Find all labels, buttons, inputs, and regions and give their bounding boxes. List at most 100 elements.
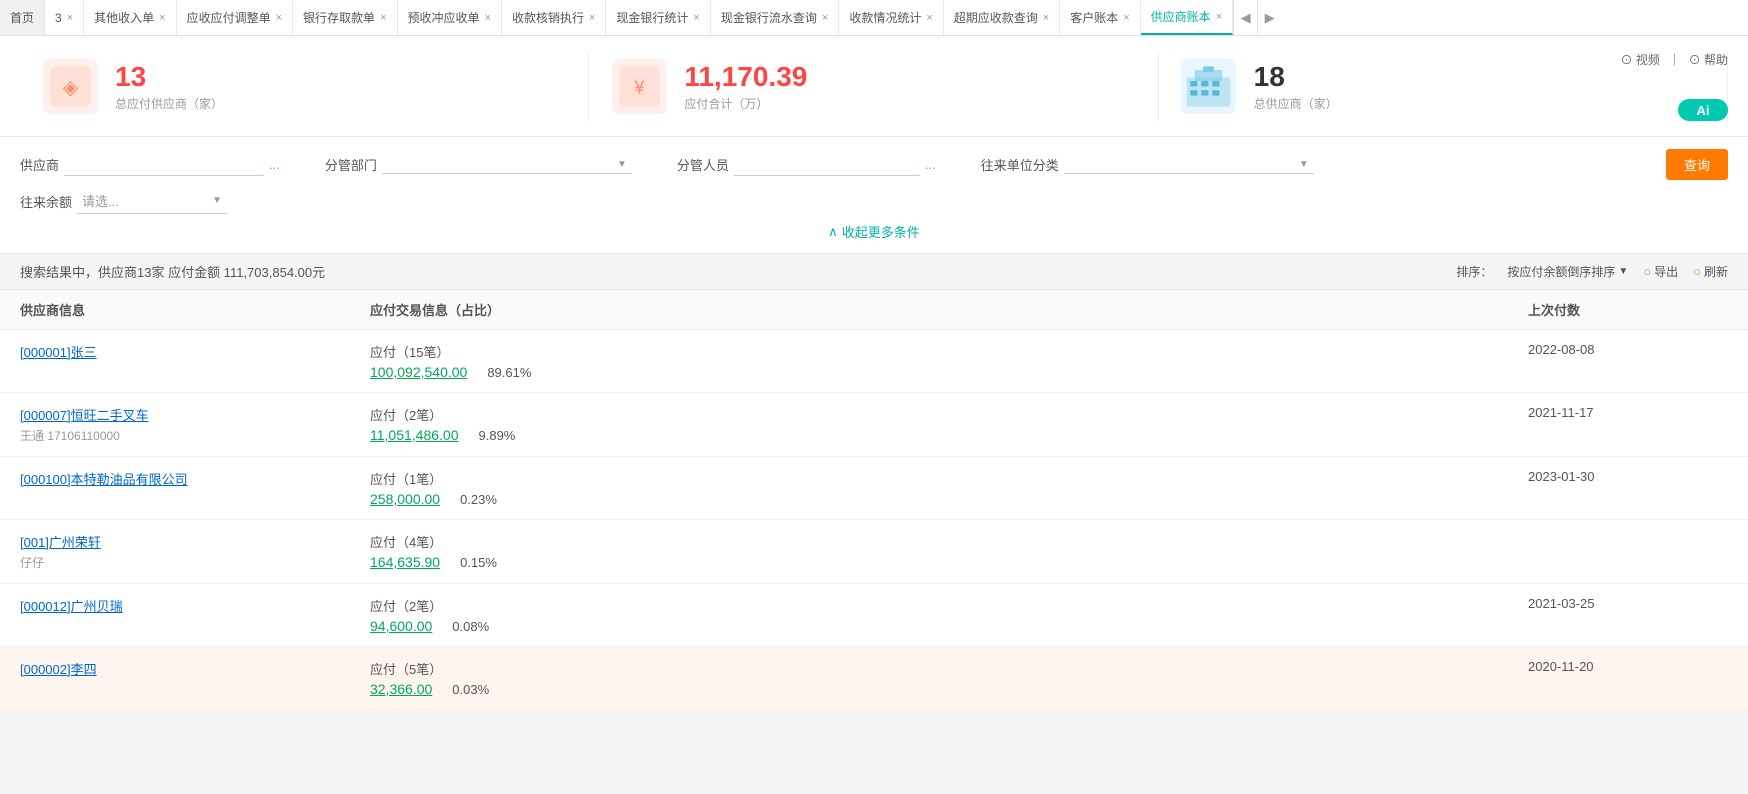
trans-amount-6: 32,366.00 xyxy=(370,681,432,697)
total-suppliers-label: 总供应商（家） xyxy=(1254,95,1338,112)
payable-suppliers-icon: ◈ xyxy=(40,56,100,116)
balance-chevron-icon: ▼ xyxy=(212,195,222,206)
nav-tab-customer-ledger-close[interactable]: × xyxy=(1123,12,1129,24)
trans-amount-link-5[interactable]: 94,600.00 xyxy=(370,618,432,634)
supplier-input[interactable] xyxy=(64,154,264,176)
export-button[interactable]: ○ 导出 xyxy=(1643,263,1678,280)
department-chevron-icon: ▼ xyxy=(617,159,627,170)
trans-amount-link-1[interactable]: 100,092,540.00 xyxy=(370,364,467,380)
trans-amount-link-2[interactable]: 11,051,486.00 xyxy=(370,427,459,443)
nav-tab-bank-label: 银行存取款单 xyxy=(303,9,375,26)
payable-suppliers-label: 总应付供应商（家） xyxy=(115,95,223,112)
supplier-link-5[interactable]: [000012]广州贝瑞 xyxy=(20,596,370,615)
header-transaction: 应付交易信息（占比） xyxy=(370,300,1528,319)
top-navigation: 首页 3 × 其他收入单 × 应收应付调整单 × 银行存取款单 × 预收冲应收单… xyxy=(0,0,1748,36)
sort-chevron-icon: ▼ xyxy=(1618,266,1628,277)
nav-tab-overdue[interactable]: 超期应收款查询 × xyxy=(944,0,1060,35)
collapse-up-icon: ∧ xyxy=(828,224,838,240)
supplier-link-4[interactable]: [001]广州荣轩 xyxy=(20,532,370,551)
supplier-info-1: [000001]张三 xyxy=(20,342,370,361)
supplier-label: 供应商 xyxy=(20,155,59,174)
supplier-sub-2: 王通 17106110000 xyxy=(20,427,370,444)
nav-next-arrow[interactable]: ▶ xyxy=(1257,0,1281,35)
last-pay-1: 2022-08-08 xyxy=(1528,342,1728,357)
nav-prev-arrow[interactable]: ◀ xyxy=(1233,0,1257,35)
total-payable-icon: ¥ xyxy=(609,56,669,116)
top-right-links: ⊙ 视频 ｜ ⊙ 帮助 xyxy=(1621,51,1728,68)
refresh-label: 刷新 xyxy=(1704,263,1728,280)
nav-tab-other-income[interactable]: 其他收入单 × xyxy=(84,0,176,35)
category-select[interactable]: ▼ xyxy=(1064,156,1314,174)
department-select[interactable]: ▼ xyxy=(382,156,632,174)
trans-label-2: 应付（2笔） xyxy=(370,405,1528,424)
nav-tab-cash-flow[interactable]: 现金银行流水查询 × xyxy=(711,0,839,35)
nav-tab-receipt-stat-close[interactable]: × xyxy=(926,12,932,24)
person-ellipsis[interactable]: ... xyxy=(925,157,936,172)
nav-tab-other-income-close[interactable]: × xyxy=(159,12,165,24)
person-input[interactable] xyxy=(734,154,920,176)
table-row: [000012]广州贝瑞 应付（2笔） 94,600.00 0.08% 2021… xyxy=(0,584,1748,647)
trans-amount-link-6[interactable]: 32,366.00 xyxy=(370,681,432,697)
table-header: 供应商信息 应付交易信息（占比） 上次付数 xyxy=(0,290,1748,330)
refresh-button[interactable]: ○ 刷新 xyxy=(1693,263,1728,280)
nav-tab-receipt-stat[interactable]: 收款情况统计 × xyxy=(839,0,943,35)
filter-category: 往来单位分类 ▼ xyxy=(981,155,1314,174)
filter-balance: 往来余额 请选... ▼ xyxy=(20,188,227,214)
svg-text:◈: ◈ xyxy=(62,77,78,99)
sort-select[interactable]: 按应付余额倒序排序 ▼ xyxy=(1507,263,1628,280)
supplier-link-3[interactable]: [000100]本特勒油品有限公司 xyxy=(20,469,370,488)
nav-tab-supplier-ledger[interactable]: 供应商账本 × xyxy=(1141,0,1233,35)
transaction-info-1: 应付（15笔） 100,092,540.00 89.61% xyxy=(370,342,1528,380)
nav-tab-3-close[interactable]: × xyxy=(67,12,73,24)
help-link[interactable]: ⊙ 帮助 xyxy=(1689,53,1728,67)
nav-tab-cash-stat[interactable]: 现金银行统计 × xyxy=(606,0,710,35)
nav-tab-customer-ledger[interactable]: 客户账本 × xyxy=(1060,0,1140,35)
trans-amount-link-4[interactable]: 164,635.90 xyxy=(370,554,440,570)
total-suppliers-icon xyxy=(1179,56,1239,116)
nav-tab-3[interactable]: 3 × xyxy=(45,0,84,35)
trans-percent-6: 0.03% xyxy=(452,682,489,697)
table-body: [000001]张三 应付（15笔） 100,092,540.00 89.61%… xyxy=(0,330,1748,710)
supplier-link-6[interactable]: [000002]李四 xyxy=(20,659,370,678)
trans-amount-link-3[interactable]: 258,000.00 xyxy=(370,491,440,507)
nav-tab-adjust[interactable]: 应收应付调整单 × xyxy=(177,0,293,35)
trans-percent-1: 89.61% xyxy=(487,365,531,380)
nav-tab-prepay-label: 预收冲应收单 xyxy=(408,9,480,26)
nav-tab-cash-flow-close[interactable]: × xyxy=(822,12,828,24)
nav-tab-bank[interactable]: 银行存取款单 × xyxy=(293,0,397,35)
nav-tab-prepay[interactable]: 预收冲应收单 × xyxy=(398,0,502,35)
query-button[interactable]: 查询 xyxy=(1666,149,1728,180)
nav-tab-prepay-close[interactable]: × xyxy=(485,12,491,24)
department-label: 分管部门 xyxy=(325,155,377,174)
nav-tab-collection-close[interactable]: × xyxy=(589,12,595,24)
ai-button[interactable]: Ai xyxy=(1678,99,1728,121)
nav-tab-supplier-ledger-label: 供应商账本 xyxy=(1151,8,1211,25)
balance-select[interactable]: 请选... ▼ xyxy=(77,188,227,214)
nav-tab-cash-stat-close[interactable]: × xyxy=(693,12,699,24)
filter-person: 分管人员 ... xyxy=(677,154,936,176)
sort-area: 排序： 按应付余额倒序排序 ▼ ○ 导出 ○ 刷新 xyxy=(1456,263,1728,280)
supplier-link-1[interactable]: [000001]张三 xyxy=(20,342,370,361)
video-link[interactable]: ⊙ 视频 xyxy=(1621,53,1664,67)
supplier-link-2[interactable]: [000007]恒旺二手叉车 xyxy=(20,405,370,424)
transaction-info-5: 应付（2笔） 94,600.00 0.08% xyxy=(370,596,1528,634)
header-lastpay: 上次付数 xyxy=(1528,300,1728,319)
last-pay-3: 2023-01-30 xyxy=(1528,469,1728,484)
summary-text-total-suppliers: 18 总供应商（家） xyxy=(1254,60,1338,113)
supplier-info-4: [001]广州荣轩 仔仔 xyxy=(20,532,370,571)
nav-tab-bank-close[interactable]: × xyxy=(380,12,386,24)
trans-label-5: 应付（2笔） xyxy=(370,596,1528,615)
nav-tab-adjust-close[interactable]: × xyxy=(276,12,282,24)
nav-tab-overdue-close[interactable]: × xyxy=(1043,12,1049,24)
nav-tab-home[interactable]: 首页 xyxy=(0,0,45,35)
table-row: [000002]李四 应付（5笔） 32,366.00 0.03% 2020-1… xyxy=(0,647,1748,710)
last-pay-2: 2021-11-17 xyxy=(1528,405,1728,420)
nav-tab-supplier-ledger-close[interactable]: × xyxy=(1216,11,1222,23)
collapse-button[interactable]: ∧ 收起更多条件 xyxy=(20,222,1728,241)
supplier-ellipsis[interactable]: ... xyxy=(269,157,280,172)
export-label: 导出 xyxy=(1654,263,1678,280)
nav-tab-collection[interactable]: 收款核销执行 × xyxy=(502,0,606,35)
filter-supplier: 供应商 ... xyxy=(20,154,280,176)
filter-row-1: 供应商 ... 分管部门 ▼ 分管人员 ... 往来单位分类 ▼ 查询 xyxy=(20,149,1728,180)
trans-percent-5: 0.08% xyxy=(452,619,489,634)
